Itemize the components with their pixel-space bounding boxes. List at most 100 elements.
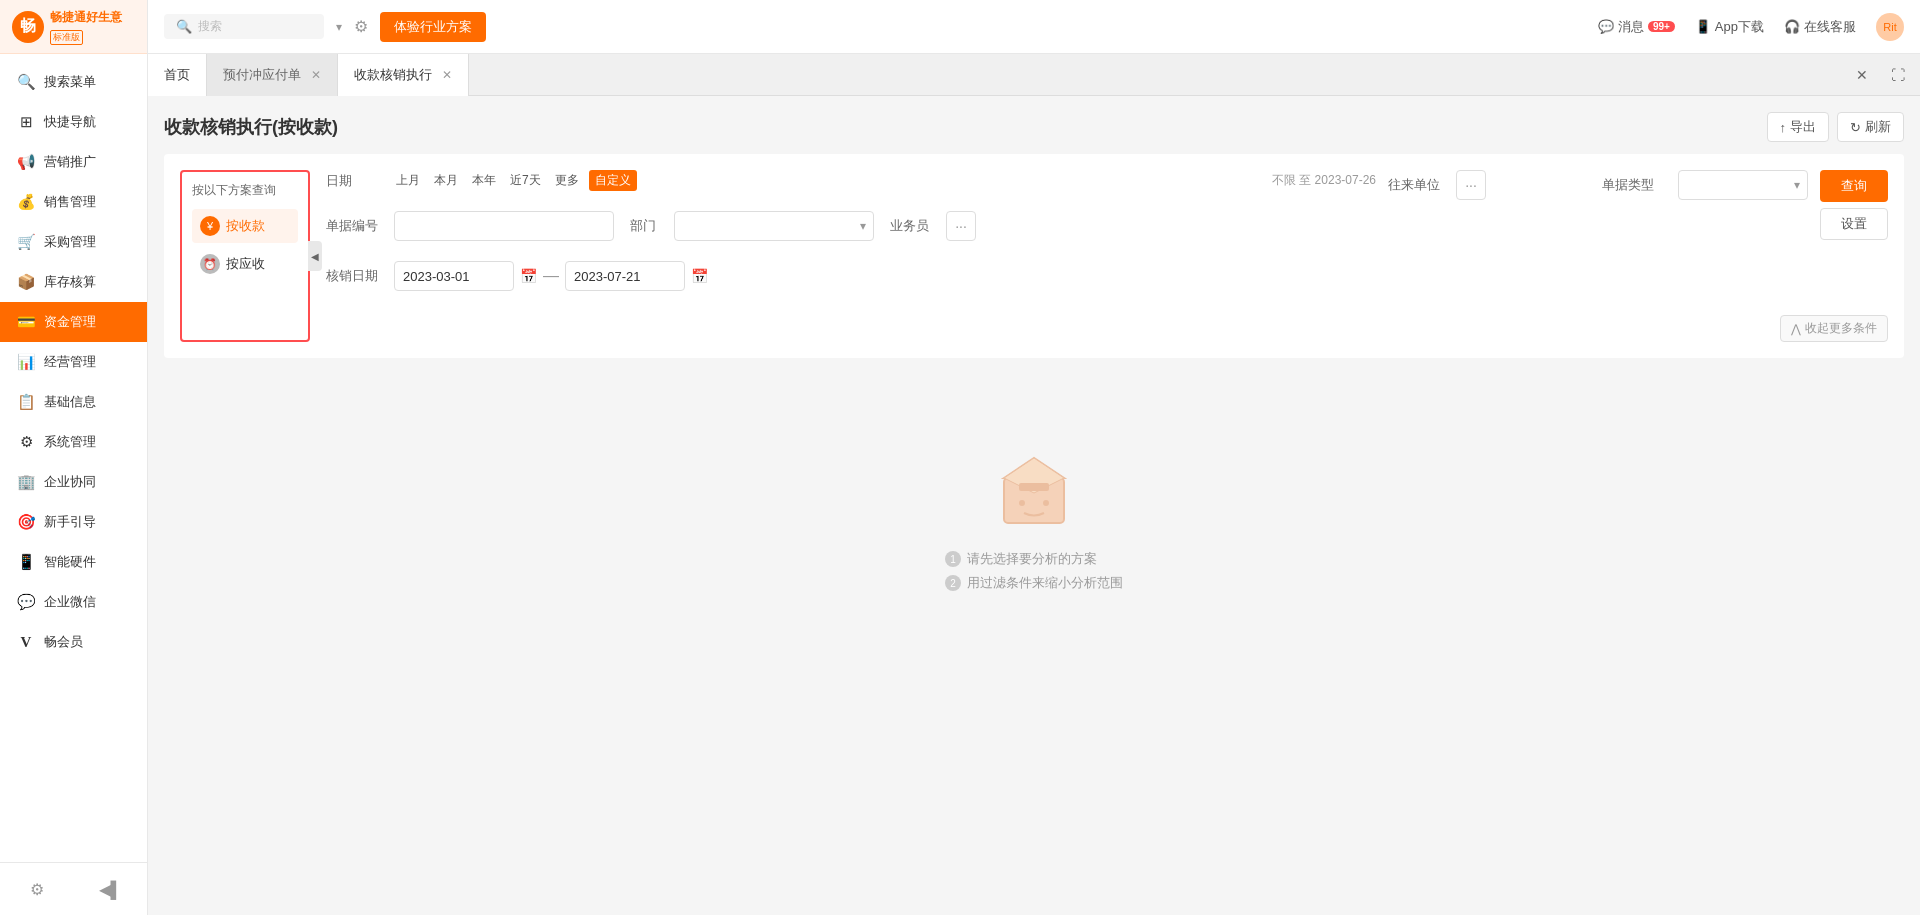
empty-state: 1 请先选择要分析的方案 2 用过滤条件来缩小分析范围 xyxy=(164,358,1904,672)
sidebar-item-sales[interactable]: 💰 销售管理 xyxy=(0,182,147,222)
action-buttons: 查询 设置 xyxy=(1820,170,1888,240)
filter-sidebar-title: 按以下方案查询 xyxy=(192,182,298,199)
sidebar-item-label: 畅会员 xyxy=(44,633,83,651)
export-icon: ↑ xyxy=(1780,120,1787,135)
topbar-search-box[interactable]: 🔍 搜索 xyxy=(164,14,324,39)
collapse-more-btn[interactable]: ⋀ 收起更多条件 xyxy=(1780,315,1888,342)
sidebar-item-smart-hw[interactable]: 📱 智能硬件 xyxy=(0,542,147,582)
service-icon: 🎧 xyxy=(1784,19,1800,34)
tab-home[interactable]: 首页 xyxy=(148,54,207,96)
finance-icon: 💳 xyxy=(16,312,36,332)
topbar-chevron-icon[interactable]: ▾ xyxy=(336,20,342,34)
filter-option-by-receivable[interactable]: ⏰ 按应收 xyxy=(192,247,298,281)
date-label: 日期 xyxy=(326,172,376,190)
topbar-gear-icon[interactable]: ⚙ xyxy=(354,17,368,36)
sidebar-item-search-menu[interactable]: 🔍 搜索菜单 xyxy=(0,62,147,102)
counterparty-select: ··· xyxy=(1456,170,1586,200)
sidebar-item-enterprise[interactable]: 🏢 企业协同 xyxy=(0,462,147,502)
vip-icon: V xyxy=(16,632,36,652)
filter-sidebar-collapse-btn[interactable]: ◀ xyxy=(308,241,322,271)
tab-prepay[interactable]: 预付冲应付单 ✕ xyxy=(207,54,338,96)
marketing-icon: 📢 xyxy=(16,152,36,172)
date-7days[interactable]: 近7天 xyxy=(506,170,545,191)
sidebar-item-inventory[interactable]: 📦 库存核算 xyxy=(0,262,147,302)
refresh-button[interactable]: ↻ 刷新 xyxy=(1837,112,1904,142)
dept-select-wrap: ▾ xyxy=(674,211,874,241)
date-this-month[interactable]: 本月 xyxy=(430,170,462,191)
purchase-icon: 🛒 xyxy=(16,232,36,252)
bill-no-input[interactable] xyxy=(394,211,614,241)
bill-type-select[interactable] xyxy=(1678,170,1808,200)
logo-text: 畅捷通好生意 标准版 xyxy=(50,9,122,45)
verify-date-row: 核销日期 📅 — 📅 xyxy=(326,261,1376,291)
sidebar-item-label: 系统管理 xyxy=(44,433,96,451)
tab-close-all-btn[interactable]: ✕ xyxy=(1848,61,1876,89)
message-btn[interactable]: 💬 消息 99+ xyxy=(1598,18,1675,36)
collapse-more-area: ⋀ 收起更多条件 xyxy=(326,315,1888,342)
counterparty-dots-btn[interactable]: ··· xyxy=(1456,170,1486,200)
date-custom[interactable]: 自定义 xyxy=(589,170,637,191)
empty-illustration xyxy=(984,438,1084,538)
user-avatar[interactable]: Rit xyxy=(1876,13,1904,41)
settings-button[interactable]: 设置 xyxy=(1820,208,1888,240)
basic-info-icon: 📋 xyxy=(16,392,36,412)
query-button[interactable]: 查询 xyxy=(1820,170,1888,202)
tab-collection[interactable]: 收款核销执行 ✕ xyxy=(338,54,469,96)
step2-num: 2 xyxy=(945,575,961,591)
bill-no-filter-row: 单据编号 部门 ▾ 业务员 ··· xyxy=(326,211,1376,241)
svg-point-5 xyxy=(1043,500,1049,506)
sidebar-footer: ⚙ ◀▌ xyxy=(0,862,147,915)
verify-date-end-input[interactable] xyxy=(565,261,685,291)
sidebar-item-guide[interactable]: 🎯 新手引导 xyxy=(0,502,147,542)
date-this-year[interactable]: 本年 xyxy=(468,170,500,191)
sidebar-item-label: 快捷导航 xyxy=(44,113,96,131)
app-download-btn[interactable]: 📱 App下载 xyxy=(1695,18,1764,36)
sidebar-item-marketing[interactable]: 📢 营销推广 xyxy=(0,142,147,182)
sidebar-item-wechat[interactable]: 💬 企业微信 xyxy=(0,582,147,622)
date-last-month[interactable]: 上月 xyxy=(392,170,424,191)
empty-step1: 1 请先选择要分析的方案 xyxy=(945,550,1123,568)
collapse-sidebar-btn[interactable]: ◀▌ xyxy=(94,873,126,905)
verify-date-start-cal-icon[interactable]: 📅 xyxy=(520,268,537,284)
by-collection-icon: ¥ xyxy=(200,216,220,236)
message-icon: 💬 xyxy=(1598,19,1614,34)
settings-footer-btn[interactable]: ⚙ xyxy=(21,873,53,905)
system-icon: ⚙ xyxy=(16,432,36,452)
sidebar-item-business[interactable]: 📊 经营管理 xyxy=(0,342,147,382)
dept-select[interactable] xyxy=(674,211,874,241)
date-more[interactable]: 更多 xyxy=(551,170,583,191)
tab-collection-close[interactable]: ✕ xyxy=(442,68,452,82)
tab-expand-btn[interactable]: ⛶ xyxy=(1884,61,1912,89)
solution-button[interactable]: 体验行业方案 xyxy=(380,12,486,42)
verify-date-start-input[interactable] xyxy=(394,261,514,291)
filter-option-by-collection[interactable]: ¥ 按收款 xyxy=(192,209,298,243)
sidebar-item-system[interactable]: ⚙ 系统管理 xyxy=(0,422,147,462)
svg-rect-3 xyxy=(1019,483,1049,491)
sidebar-item-label: 库存核算 xyxy=(44,273,96,291)
bill-type-select-wrap: ▾ xyxy=(1678,170,1808,200)
salesperson-dots-btn[interactable]: ··· xyxy=(946,211,976,241)
sidebar-item-vip[interactable]: V 畅会员 xyxy=(0,622,147,662)
by-receivable-icon: ⏰ xyxy=(200,254,220,274)
sidebar-item-label: 营销推广 xyxy=(44,153,96,171)
date-unlimited-label: 不限 至 2023-07-26 xyxy=(1272,172,1376,189)
logo-icon: 畅 xyxy=(12,11,44,43)
verify-date-end-cal-icon[interactable]: 📅 xyxy=(691,268,708,284)
date-filter-row: 日期 上月 本月 本年 近7天 更多 自定义 不限 至 2023-07-26 xyxy=(326,170,1376,191)
export-button[interactable]: ↑ 导出 xyxy=(1767,112,1830,142)
verify-date-label: 核销日期 xyxy=(326,267,378,285)
sidebar-item-finance[interactable]: 💳 资金管理 xyxy=(0,302,147,342)
sidebar-item-quick-nav[interactable]: ⊞ 快捷导航 xyxy=(0,102,147,142)
page-header-actions: ↑ 导出 ↻ 刷新 xyxy=(1767,112,1905,142)
filter-area: 按以下方案查询 ¥ 按收款 ⏰ 按应收 ◀ 日期 xyxy=(164,154,1904,358)
counterparty-label: 往来单位 xyxy=(1388,176,1440,194)
sidebar-item-basic-info[interactable]: 📋 基础信息 xyxy=(0,382,147,422)
sidebar-item-label: 智能硬件 xyxy=(44,553,96,571)
enterprise-icon: 🏢 xyxy=(16,472,36,492)
sidebar-item-purchase[interactable]: 🛒 采购管理 xyxy=(0,222,147,262)
sidebar: 畅 畅捷通好生意 标准版 🔍 搜索菜单 ⊞ 快捷导航 📢 营销推广 💰 销售管理… xyxy=(0,0,148,915)
online-service-btn[interactable]: 🎧 在线客服 xyxy=(1784,18,1856,36)
collapse-icon: ⋀ xyxy=(1791,322,1801,336)
tab-prepay-close[interactable]: ✕ xyxy=(311,68,321,82)
sidebar-item-label: 企业微信 xyxy=(44,593,96,611)
